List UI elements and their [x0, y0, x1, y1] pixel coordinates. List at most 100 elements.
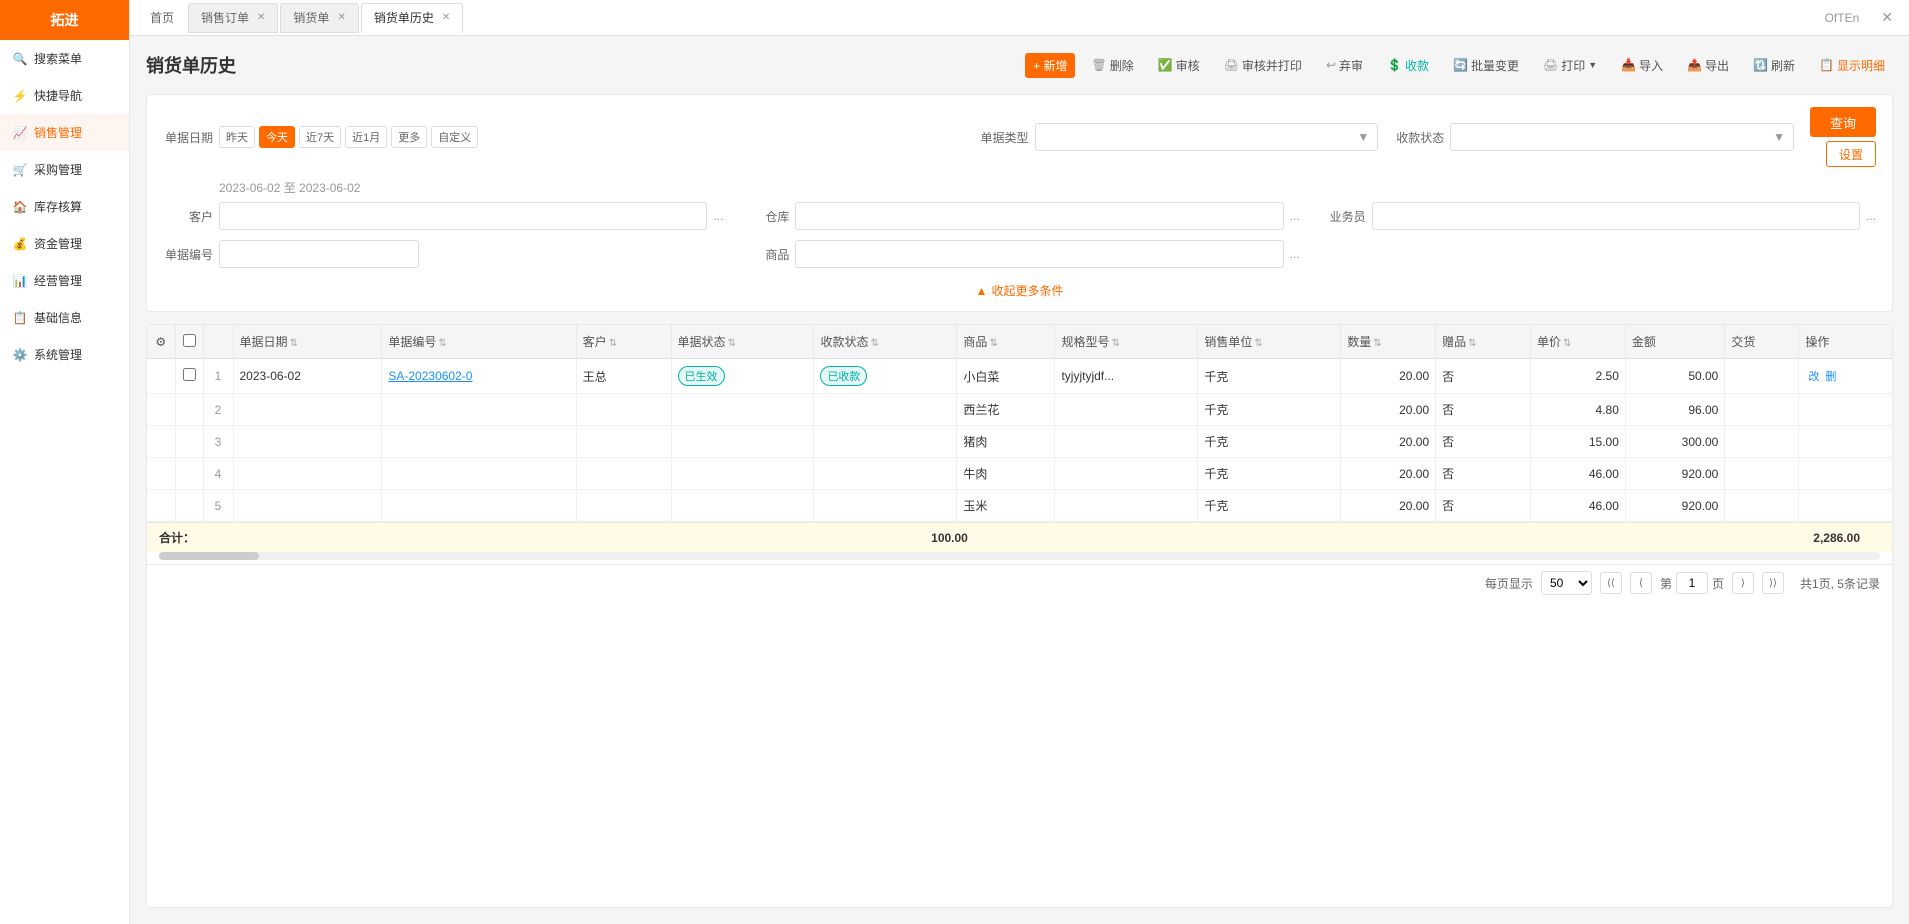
table-price-column[interactable]: 单价⇅ [1531, 325, 1626, 359]
horizontal-scrollbar[interactable] [159, 552, 1880, 560]
customer-label: 客户 [163, 208, 213, 225]
warehouse-dots[interactable]: ... [1290, 209, 1300, 223]
table-collectstatus-column[interactable]: 收款状态⇅ [814, 325, 957, 359]
customer-dots[interactable]: ... [713, 209, 723, 223]
unit-sort-icon[interactable]: ⇅ [1254, 338, 1262, 349]
table-spec-column[interactable]: 规格型号⇅ [1055, 325, 1198, 359]
sidebar-item-finance[interactable]: 💰 资金管理 [0, 225, 129, 262]
query-button[interactable]: 查询 [1810, 107, 1876, 137]
select-all-checkbox[interactable] [183, 334, 196, 347]
collect-status-select[interactable]: ▼ [1450, 123, 1794, 151]
goods-dots[interactable]: ... [1290, 247, 1300, 261]
tab-sales-history-close[interactable]: ✕ [442, 12, 450, 23]
import-button[interactable]: 📥 导入 [1613, 53, 1671, 78]
close-icon[interactable]: ✕ [1873, 9, 1901, 26]
collect-status-badge: 已收款 [820, 366, 867, 386]
table-gift-column[interactable]: 赠品⇅ [1436, 325, 1531, 359]
sidebar-item-purchase-mgmt[interactable]: 🛒 采购管理 [0, 151, 129, 188]
table-qty-column[interactable]: 数量⇅ [1341, 325, 1436, 359]
sidebar-item-sales-mgmt[interactable]: 📈 销售管理 [0, 114, 129, 151]
date-btn-1month[interactable]: 近1月 [345, 126, 387, 148]
tab-sales-goods[interactable]: 销货单 ✕ [280, 3, 358, 33]
table-gear-column[interactable]: ⚙ [147, 325, 175, 359]
row-check[interactable] [183, 368, 196, 381]
table-docstatus-column[interactable]: 单据状态⇅ [671, 325, 814, 359]
tab-sales-order[interactable]: 销售订单 ✕ [188, 3, 278, 33]
refresh-button[interactable]: 🔃 刷新 [1745, 53, 1803, 78]
goods-sort-icon[interactable]: ⇅ [989, 338, 997, 349]
row-checkbox-3[interactable] [175, 458, 203, 490]
first-page-button[interactable]: ⟨⟨ [1600, 572, 1622, 594]
salesperson-dots[interactable]: ... [1866, 209, 1876, 223]
qty-sort-icon[interactable]: ⇅ [1373, 338, 1381, 349]
row-checkbox-0[interactable] [175, 359, 203, 394]
sidebar-item-search-menu[interactable]: 🔍 搜索菜单 [0, 40, 129, 77]
docno-sort-icon[interactable]: ⇅ [438, 338, 446, 349]
sidebar-item-operations[interactable]: 📊 经营管理 [0, 262, 129, 299]
collect-button[interactable]: 💲 收款 [1379, 53, 1437, 78]
per-page-select[interactable]: 50 20 100 [1541, 571, 1592, 595]
tab-sales-order-close[interactable]: ✕ [257, 12, 265, 23]
spec-sort-icon[interactable]: ⇅ [1111, 338, 1119, 349]
docstatus-sort-icon[interactable]: ⇅ [728, 338, 736, 349]
toolbar: + 新增 🗑 删除 ✅ 审核 🖨 审核并打印 ↩ 弃审 [1025, 53, 1893, 78]
prev-page-button[interactable]: ⟨ [1630, 572, 1652, 594]
row-docno-0[interactable]: SA-20230602-0 [382, 359, 576, 394]
sidebar-item-basic-info[interactable]: 📋 基础信息 [0, 299, 129, 336]
collectstatus-sort-icon[interactable]: ⇅ [870, 338, 878, 349]
sidebar-item-quick-nav[interactable]: ⚡ 快捷导航 [0, 77, 129, 114]
table-customer-column[interactable]: 客户⇅ [576, 325, 671, 359]
date-btn-yesterday[interactable]: 昨天 [219, 126, 255, 148]
tab-home[interactable]: 首页 [138, 3, 186, 33]
sidebar-item-sys-mgmt[interactable]: ⚙️ 系统管理 [0, 336, 129, 373]
new-button[interactable]: + 新增 [1025, 53, 1075, 78]
table-docdate-column[interactable]: 单据日期⇅ [233, 325, 382, 359]
batch-change-button[interactable]: 🔄 批量变更 [1445, 53, 1527, 78]
inventory-icon: 🏠 [12, 199, 28, 215]
row-checkbox-2[interactable] [175, 426, 203, 458]
date-btn-more[interactable]: 更多 [391, 126, 427, 148]
tab-sales-goods-close[interactable]: ✕ [337, 12, 345, 23]
date-btn-7days[interactable]: 近7天 [299, 126, 341, 148]
table-docno-column[interactable]: 单据编号⇅ [382, 325, 576, 359]
customer-input[interactable] [219, 202, 707, 230]
table-unit-column[interactable]: 销售单位⇅ [1198, 325, 1341, 359]
sidebar-item-inventory[interactable]: 🏠 库存核算 [0, 188, 129, 225]
scrollbar-thumb[interactable] [159, 552, 259, 560]
row-trade-2 [1725, 426, 1799, 458]
tab-sales-history[interactable]: 销货单历史 ✕ [361, 3, 463, 33]
date-btn-custom[interactable]: 自定义 [431, 126, 478, 148]
next-page-button[interactable]: ⟩ [1732, 572, 1754, 594]
customer-sort-icon[interactable]: ⇅ [609, 338, 617, 349]
doc-no-link[interactable]: SA-20230602-0 [388, 369, 472, 383]
collapse-button[interactable]: ▲ 收起更多条件 [163, 278, 1876, 299]
del-button-0[interactable]: 删 [1822, 371, 1839, 383]
print-button[interactable]: 🖨 打印 ▼ [1535, 53, 1605, 78]
settings-button[interactable]: 设置 [1826, 141, 1876, 167]
row-checkbox-4[interactable] [175, 490, 203, 522]
row-action-0: 改删 [1799, 359, 1892, 394]
row-checkbox-1[interactable] [175, 394, 203, 426]
page-number-input[interactable] [1676, 572, 1708, 594]
audit-button[interactable]: ✅ 审核 [1150, 53, 1208, 78]
edit-button-0[interactable]: 改 [1805, 371, 1822, 383]
gift-sort-icon[interactable]: ⇅ [1468, 338, 1476, 349]
docdate-sort-icon[interactable]: ⇅ [290, 338, 298, 349]
abandon-button[interactable]: ↩ 弃审 [1318, 53, 1371, 78]
audit-print-button[interactable]: 🖨 审核并打印 [1216, 53, 1310, 78]
last-page-button[interactable]: ⟩⟩ [1762, 572, 1784, 594]
salesperson-input[interactable] [1372, 202, 1860, 230]
delete-button[interactable]: 🗑 删除 [1083, 53, 1141, 78]
warehouse-input[interactable] [795, 202, 1283, 230]
row-gear-4 [147, 490, 175, 522]
show-detail-button[interactable]: 📋 显示明细 [1811, 53, 1893, 78]
goods-input[interactable] [795, 240, 1283, 268]
table-goods-column[interactable]: 商品⇅ [957, 325, 1055, 359]
price-sort-icon[interactable]: ⇅ [1563, 338, 1571, 349]
date-btn-today[interactable]: 今天 [259, 126, 295, 148]
table-checkbox-column[interactable] [175, 325, 203, 359]
doc-no-filter: 单据编号 [163, 240, 723, 268]
doc-no-input[interactable] [219, 240, 419, 268]
doc-type-select[interactable]: ▼ [1035, 123, 1379, 151]
export-button[interactable]: 📤 导出 [1679, 53, 1737, 78]
